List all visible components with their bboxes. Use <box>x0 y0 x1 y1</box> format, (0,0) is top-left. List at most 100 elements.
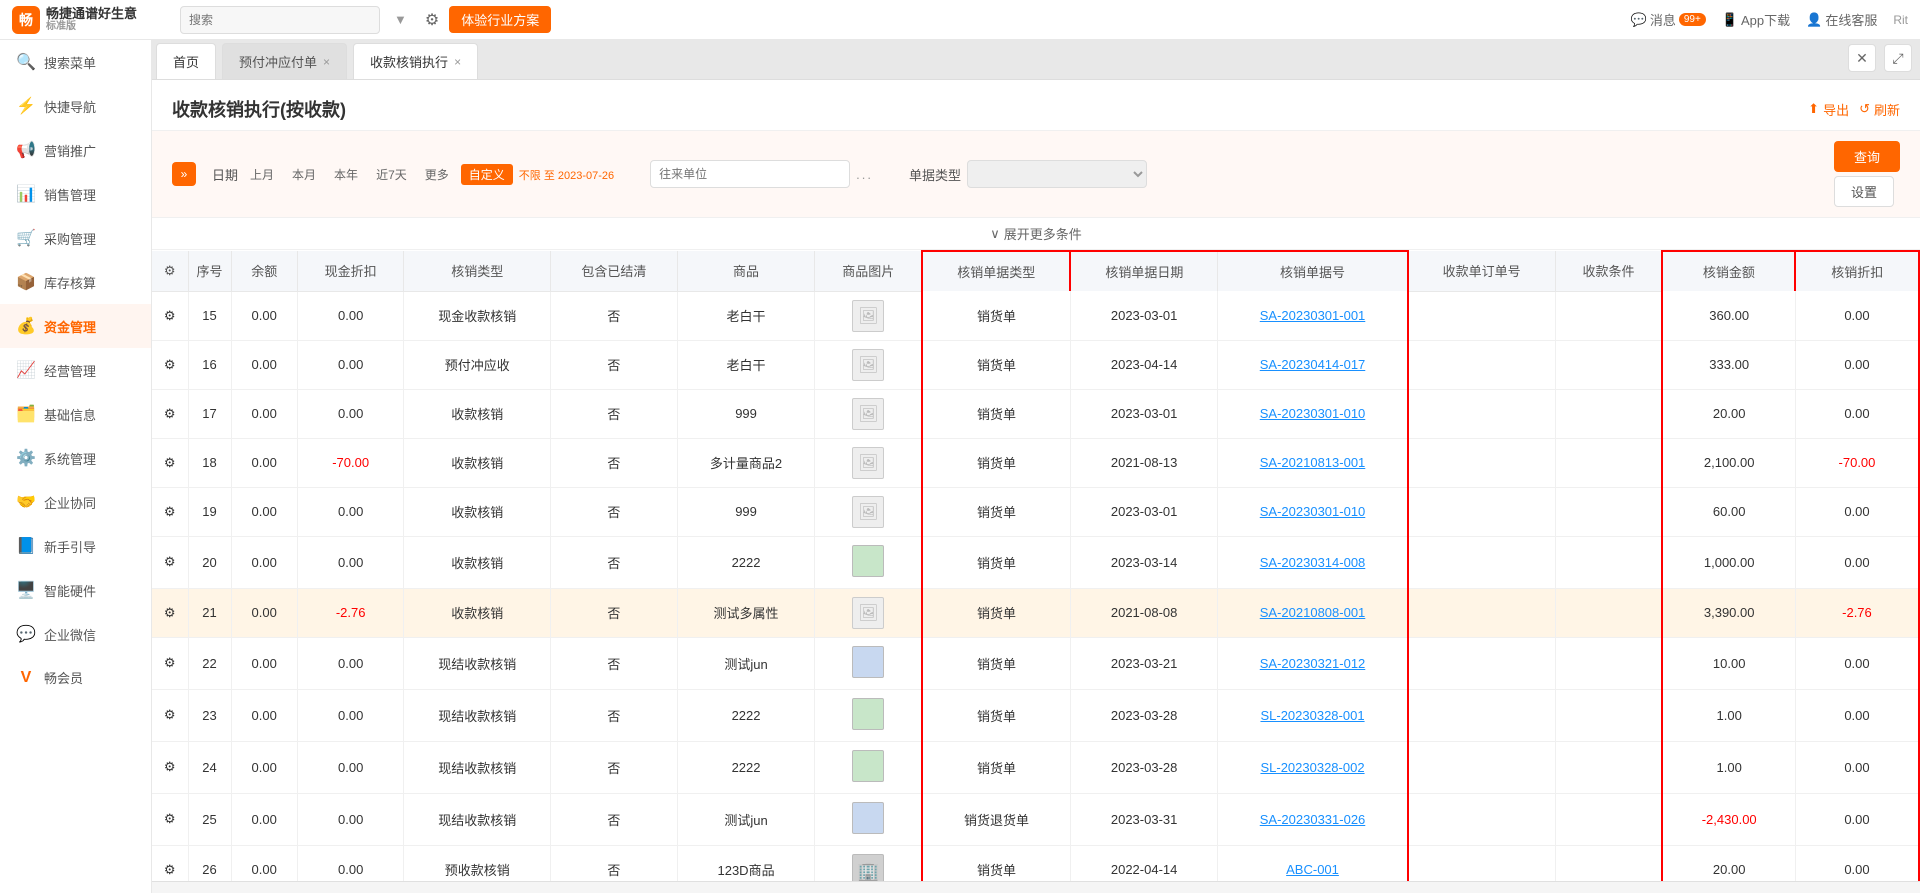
td-include-settled: 否 <box>551 637 678 689</box>
sidebar-item-hardware[interactable]: 🖥️ 智能硬件 <box>0 568 151 612</box>
app-download-btn[interactable]: 📱 App下载 <box>1722 10 1790 29</box>
td-cash-discount: 0.00 <box>297 340 404 389</box>
search-input[interactable] <box>180 6 380 34</box>
td-goods-img <box>815 793 922 845</box>
sidebar-item-system[interactable]: ⚙️ 系统管理 <box>0 436 151 480</box>
sidebar-item-sales[interactable]: 📊 销售管理 <box>0 172 151 216</box>
td-verify-doc-type: 销货单 <box>922 487 1070 536</box>
td-settings[interactable]: ⚙ <box>152 588 188 637</box>
tab-verify[interactable]: 收款核销执行 × <box>353 43 478 79</box>
td-verify-amount: 20.00 <box>1662 389 1795 438</box>
sidebar-item-vip[interactable]: V 畅会员 <box>0 656 151 699</box>
table-row: ⚙ 20 0.00 0.00 收款核销 否 2222 销货单 2023-03-1… <box>152 536 1919 588</box>
expand-more-btn[interactable]: ∨ 展开更多条件 <box>990 224 1082 243</box>
td-no: 21 <box>188 588 231 637</box>
sidebar-item-operation[interactable]: 📈 经营管理 <box>0 348 151 392</box>
tab-verify-close[interactable]: × <box>454 55 461 69</box>
td-verify-doc-date: 2023-03-21 <box>1070 637 1217 689</box>
td-verify-doc-no[interactable]: SA-20230414-017 <box>1218 340 1408 389</box>
td-receipt-order-no <box>1408 845 1555 881</box>
td-receipt-order-no <box>1408 291 1555 340</box>
export-btn[interactable]: ⬆ 导出 <box>1808 100 1849 119</box>
horizontal-scrollbar[interactable] <box>152 881 1920 893</box>
sidebar-item-finance[interactable]: 💰 资金管理 <box>0 304 151 348</box>
sidebar-item-marketing[interactable]: 📢 营销推广 <box>0 128 151 172</box>
td-verify-doc-no[interactable]: SA-20210808-001 <box>1218 588 1408 637</box>
finance-icon: 💰 <box>16 316 36 336</box>
app-name: 畅捷通谱好生意 <box>46 6 137 22</box>
td-verify-doc-no[interactable]: SL-20230328-002 <box>1218 741 1408 793</box>
main-layout: 🔍 搜索菜单 ⚡ 快捷导航 📢 营销推广 📊 销售管理 🛒 采购管理 📦 库存核… <box>0 40 1920 893</box>
td-settings[interactable]: ⚙ <box>152 845 188 881</box>
tab-home[interactable]: 首页 <box>156 43 216 79</box>
gear-icon[interactable]: ⚙ <box>425 10 439 30</box>
td-settings[interactable]: ⚙ <box>152 438 188 487</box>
td-verify-doc-type: 销货单 <box>922 845 1070 881</box>
refresh-btn[interactable]: ↺ 刷新 <box>1859 100 1900 119</box>
marketing-icon: 📢 <box>16 140 36 160</box>
sidebar-item-search[interactable]: 🔍 搜索菜单 <box>0 40 151 84</box>
td-goods: 999 <box>677 487 815 536</box>
td-verify-doc-no[interactable]: SA-20230301-010 <box>1218 487 1408 536</box>
td-verify-doc-no[interactable]: SA-20230314-008 <box>1218 536 1408 588</box>
td-settings[interactable]: ⚙ <box>152 291 188 340</box>
sidebar-item-enterprise[interactable]: 🤝 企业协同 <box>0 480 151 524</box>
tab-prepay-close[interactable]: × <box>323 55 330 69</box>
content-area: 首页 预付冲应付单 × 收款核销执行 × ✕ ⤢ 收款核销执行(按收款) <box>152 40 1920 893</box>
th-settings[interactable]: ⚙ <box>152 251 188 291</box>
sidebar-item-inventory[interactable]: 📦 库存核算 <box>0 260 151 304</box>
counterpart-input[interactable] <box>650 160 850 188</box>
query-btn[interactable]: 查询 <box>1834 141 1900 172</box>
td-goods-img <box>815 741 922 793</box>
td-verify-type: 现金收款核销 <box>404 291 551 340</box>
date-more[interactable]: 更多 <box>419 164 455 185</box>
expand-window-btn[interactable]: ⤢ <box>1884 44 1912 72</box>
td-verify-doc-no[interactable]: SA-20230331-026 <box>1218 793 1408 845</box>
td-settings[interactable]: ⚙ <box>152 741 188 793</box>
industry-btn[interactable]: 体验行业方案 <box>449 6 551 33</box>
sidebar-item-purchase[interactable]: 🛒 采购管理 <box>0 216 151 260</box>
td-settings[interactable]: ⚙ <box>152 793 188 845</box>
td-verify-doc-no[interactable]: SA-20230321-012 <box>1218 637 1408 689</box>
td-include-settled: 否 <box>551 741 678 793</box>
settings-btn[interactable]: 设置 <box>1834 176 1894 207</box>
filter-right-actions: 查询 设置 <box>1834 141 1900 207</box>
message-btn[interactable]: 💬 消息 99+ <box>1631 10 1706 29</box>
date-7days[interactable]: 近7天 <box>370 164 413 185</box>
td-goods-img <box>815 689 922 741</box>
date-custom[interactable]: 自定义 <box>461 164 513 185</box>
td-settings[interactable]: ⚙ <box>152 536 188 588</box>
td-balance: 0.00 <box>231 438 297 487</box>
td-verify-doc-no[interactable]: SA-20230301-001 <box>1218 291 1408 340</box>
online-service-btn[interactable]: 👤 在线客服 <box>1806 10 1877 29</box>
td-receipt-order-no <box>1408 340 1555 389</box>
date-this-year[interactable]: 本年 <box>328 164 364 185</box>
td-settings[interactable]: ⚙ <box>152 389 188 438</box>
td-verify-doc-no[interactable]: SA-20210813-001 <box>1218 438 1408 487</box>
close-window-btn[interactable]: ✕ <box>1848 44 1876 72</box>
td-settings[interactable]: ⚙ <box>152 340 188 389</box>
td-cash-discount: 0.00 <box>297 845 404 881</box>
td-verify-doc-date: 2023-03-01 <box>1070 389 1217 438</box>
sidebar-item-quick-nav[interactable]: ⚡ 快捷导航 <box>0 84 151 128</box>
td-settings[interactable]: ⚙ <box>152 487 188 536</box>
date-prev-month[interactable]: 上月 <box>244 164 280 185</box>
td-receipt-order-no <box>1408 637 1555 689</box>
td-verify-doc-no[interactable]: SA-20230301-010 <box>1218 389 1408 438</box>
sidebar-item-base-info[interactable]: 🗂️ 基础信息 <box>0 392 151 436</box>
tab-prepay[interactable]: 预付冲应付单 × <box>222 43 347 79</box>
td-settings[interactable]: ⚙ <box>152 637 188 689</box>
td-receipt-condition <box>1555 536 1662 588</box>
td-cash-discount: 0.00 <box>297 389 404 438</box>
td-goods-img: 🖼 <box>815 588 922 637</box>
td-settings[interactable]: ⚙ <box>152 689 188 741</box>
date-this-month[interactable]: 本月 <box>286 164 322 185</box>
td-verify-doc-no[interactable]: SL-20230328-001 <box>1218 689 1408 741</box>
sidebar-item-newbie[interactable]: 📘 新手引导 <box>0 524 151 568</box>
td-verify-doc-no[interactable]: ABC-001 <box>1218 845 1408 881</box>
sidebar-item-wechat[interactable]: 💬 企业微信 <box>0 612 151 656</box>
enterprise-icon: 🤝 <box>16 492 36 512</box>
voucher-type-select[interactable] <box>967 160 1147 188</box>
filter-expand-btn[interactable]: » <box>172 162 196 186</box>
dropdown-arrow-icon[interactable]: ▼ <box>394 12 407 27</box>
